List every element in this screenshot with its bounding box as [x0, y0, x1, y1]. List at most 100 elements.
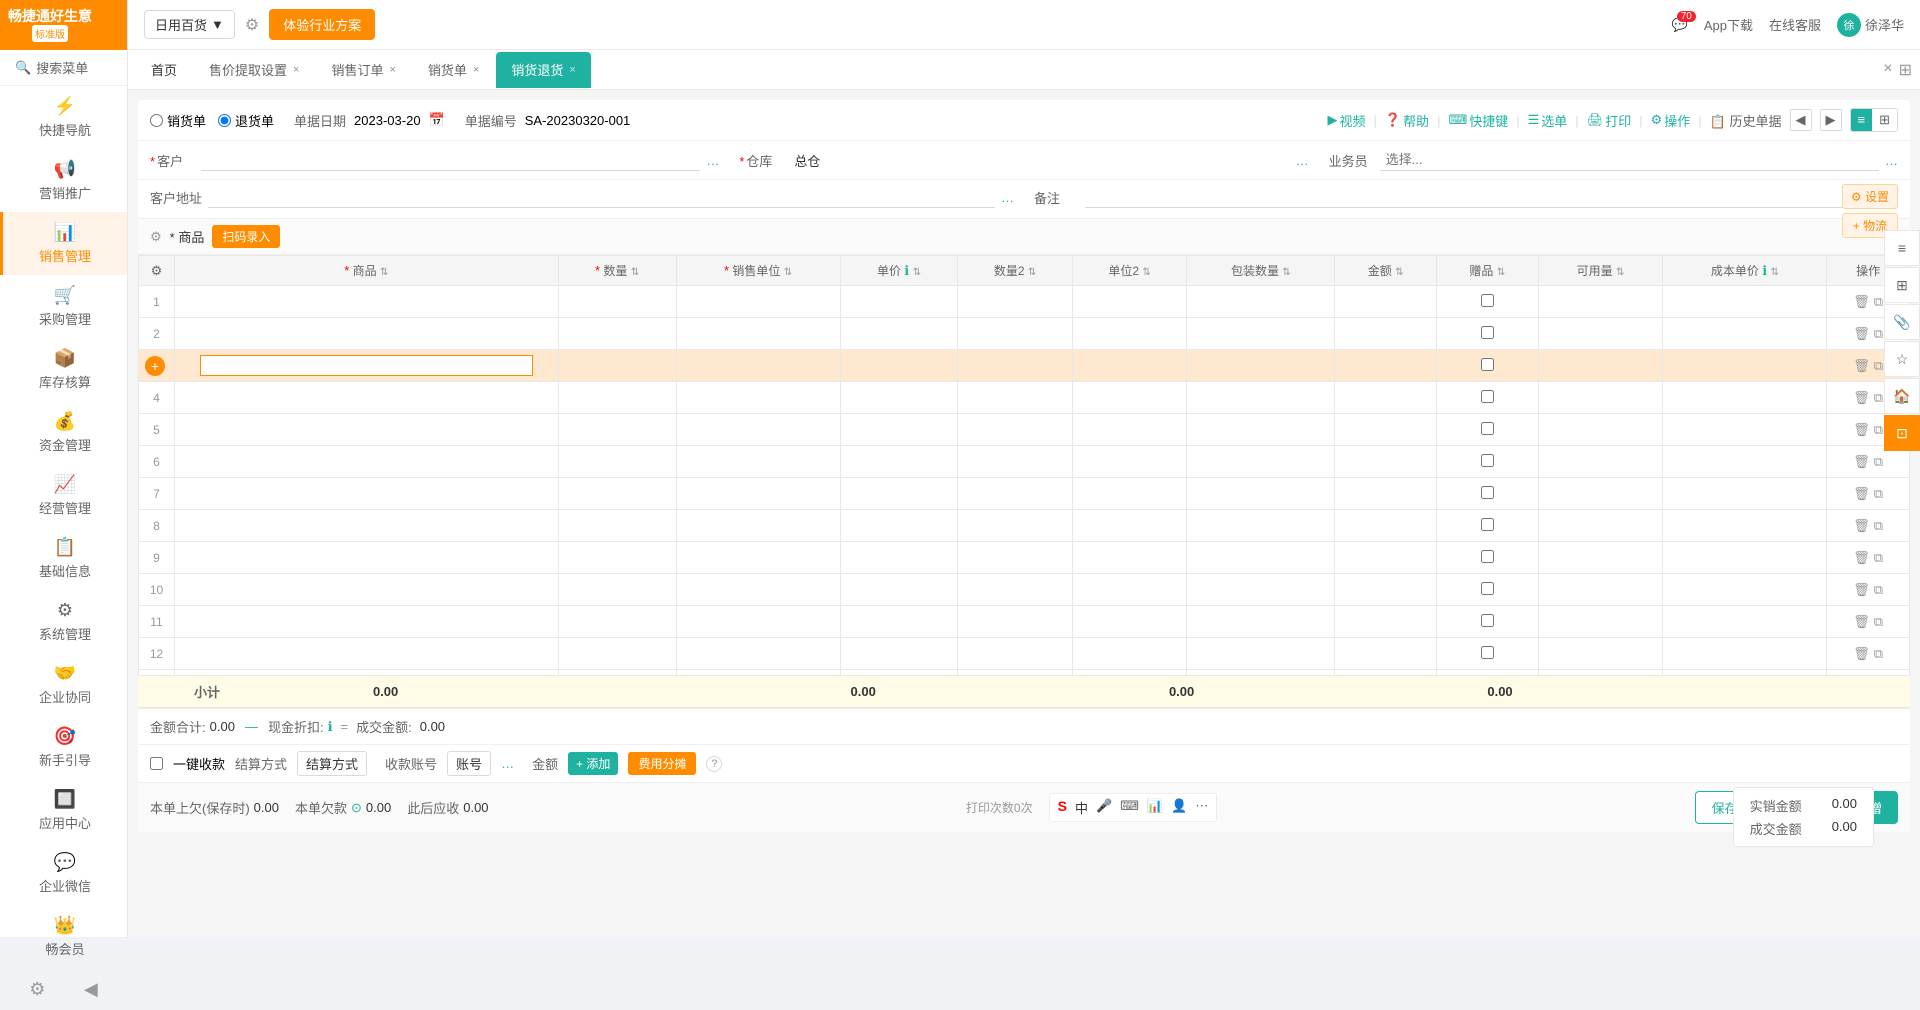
tab-sale-goods-close[interactable]: × — [473, 64, 479, 76]
delete-row-icon[interactable]: 🗑 — [1853, 614, 1870, 630]
copy-row-icon[interactable]: ⧉ — [1874, 326, 1883, 342]
gift-checkbox[interactable] — [1481, 294, 1494, 307]
available-cell[interactable] — [1538, 446, 1663, 478]
unit-cell[interactable] — [676, 574, 840, 606]
cost-sort-icon[interactable]: ⇅ — [1771, 267, 1779, 278]
payment-dots[interactable]: … — [501, 756, 514, 771]
qty-cell[interactable] — [558, 318, 676, 350]
sidebar-item-finance[interactable]: 💰 资金管理 — [0, 401, 127, 464]
pack-cell[interactable] — [1187, 414, 1335, 446]
sidebar-item-inventory[interactable]: 📦 库存核算 — [0, 338, 127, 401]
cost-cell[interactable] — [1663, 478, 1827, 510]
action-shortcut[interactable]: ⌨ 快捷键 — [1448, 111, 1508, 130]
price-cell[interactable] — [840, 574, 958, 606]
cost-cell[interactable] — [1663, 350, 1827, 382]
settings-button[interactable]: ⚙ 设置 — [1842, 184, 1898, 209]
delete-row-icon[interactable]: 🗑 — [1853, 294, 1870, 310]
qty2-cell[interactable] — [958, 478, 1073, 510]
unit2-sort-icon[interactable]: ⇅ — [1142, 267, 1150, 278]
online-service-link[interactable]: 在线客服 — [1769, 15, 1821, 34]
gift-checkbox[interactable] — [1481, 518, 1494, 531]
price-cell[interactable] — [840, 382, 958, 414]
available-cell[interactable] — [1538, 318, 1663, 350]
tab-expand-icon[interactable]: ⊞ — [1899, 60, 1912, 80]
gift-checkbox[interactable] — [1481, 454, 1494, 467]
gift-cell[interactable] — [1436, 446, 1538, 478]
view-grid-btn[interactable]: ⊞ — [1872, 109, 1897, 131]
price-cell[interactable] — [840, 318, 958, 350]
view-list-btn[interactable]: ≡ — [1851, 109, 1873, 131]
radio-return[interactable]: 退货单 — [218, 111, 274, 130]
unit2-cell[interactable] — [1072, 414, 1187, 446]
cost-cell[interactable] — [1663, 382, 1827, 414]
sidebar-item-basic[interactable]: 📋 基础信息 — [0, 527, 127, 590]
tab-sale-goods[interactable]: 销货单 × — [413, 52, 494, 88]
unit-cell[interactable] — [676, 350, 840, 382]
amount-cell[interactable] — [1335, 574, 1437, 606]
tab-sale-order[interactable]: 销售订单 × — [316, 52, 410, 88]
gift-cell[interactable] — [1436, 574, 1538, 606]
action-history[interactable]: 📋 历史单据 — [1710, 111, 1782, 130]
qty2-cell[interactable] — [958, 638, 1073, 670]
qty-cell[interactable] — [558, 638, 676, 670]
amount-cell[interactable] — [1335, 478, 1437, 510]
gift-checkbox[interactable] — [1481, 422, 1494, 435]
settings-icon[interactable]: ⚙ — [29, 979, 45, 1000]
tab-sale-return-close[interactable]: × — [569, 64, 575, 76]
unit2-cell[interactable] — [1072, 542, 1187, 574]
gift-cell[interactable] — [1436, 542, 1538, 574]
amount-cell[interactable] — [1335, 542, 1437, 574]
gift-cell[interactable] — [1436, 606, 1538, 638]
amount-cell[interactable] — [1335, 510, 1437, 542]
unit-cell[interactable] — [676, 446, 840, 478]
rsp-home-btn[interactable]: 🏠 — [1884, 378, 1920, 414]
qty2-cell[interactable] — [958, 318, 1073, 350]
avail-sort-icon[interactable]: ⇅ — [1616, 267, 1624, 278]
col-setting[interactable]: ⚙ — [139, 256, 175, 286]
copy-row-icon[interactable]: ⧉ — [1874, 454, 1883, 470]
copy-row-icon[interactable]: ⧉ — [1874, 486, 1883, 502]
user-area[interactable]: 徐 徐泽华 — [1837, 13, 1904, 37]
unit2-cell[interactable] — [1072, 478, 1187, 510]
price-cell[interactable] — [840, 510, 958, 542]
qty2-cell[interactable] — [958, 542, 1073, 574]
pack-cell[interactable] — [1187, 446, 1335, 478]
pack-cell[interactable] — [1187, 638, 1335, 670]
gift-checkbox[interactable] — [1481, 646, 1494, 659]
gift-cell[interactable] — [1436, 478, 1538, 510]
available-cell[interactable] — [1538, 414, 1663, 446]
remark-input[interactable] — [1085, 186, 1898, 208]
unit-cell[interactable] — [676, 414, 840, 446]
rsp-grid-btn[interactable]: ⊞ — [1884, 267, 1920, 303]
cost-info-icon[interactable]: ℹ — [1762, 263, 1767, 278]
available-cell[interactable] — [1538, 638, 1663, 670]
s-icon[interactable]: S — [1058, 798, 1067, 817]
price-cell[interactable] — [840, 286, 958, 318]
gift-checkbox[interactable] — [1481, 358, 1494, 371]
qty-cell[interactable] — [558, 286, 676, 318]
experience-button[interactable]: 体验行业方案 — [269, 9, 375, 40]
unit2-cell[interactable] — [1072, 446, 1187, 478]
table-gear-icon[interactable]: ⚙ — [150, 229, 162, 245]
gift-cell[interactable] — [1436, 510, 1538, 542]
delete-row-icon[interactable]: 🗑 — [1853, 358, 1870, 374]
tab-sale-return[interactable]: 销货退货 × — [496, 52, 590, 88]
copy-row-icon[interactable]: ⧉ — [1874, 422, 1883, 438]
goods-cell[interactable] — [175, 446, 559, 478]
table-icon[interactable]: 📊 — [1147, 798, 1163, 817]
cost-cell[interactable] — [1663, 318, 1827, 350]
amount-cell[interactable] — [1335, 382, 1437, 414]
pack-cell[interactable] — [1187, 542, 1335, 574]
available-cell[interactable] — [1538, 382, 1663, 414]
address-input[interactable] — [208, 186, 995, 208]
goods-cell[interactable] — [175, 414, 559, 446]
qty2-sort-icon[interactable]: ⇅ — [1028, 267, 1036, 278]
app-download-link[interactable]: App下载 — [1704, 15, 1753, 34]
nav-prev-icon[interactable]: ◀ — [1790, 109, 1812, 131]
cost-cell[interactable] — [1663, 638, 1827, 670]
qty-cell[interactable] — [558, 478, 676, 510]
gift-checkbox[interactable] — [1481, 614, 1494, 627]
person-icon[interactable]: 👤 — [1171, 798, 1187, 817]
copy-row-icon[interactable]: ⧉ — [1874, 582, 1883, 598]
goods-cell[interactable] — [175, 510, 559, 542]
